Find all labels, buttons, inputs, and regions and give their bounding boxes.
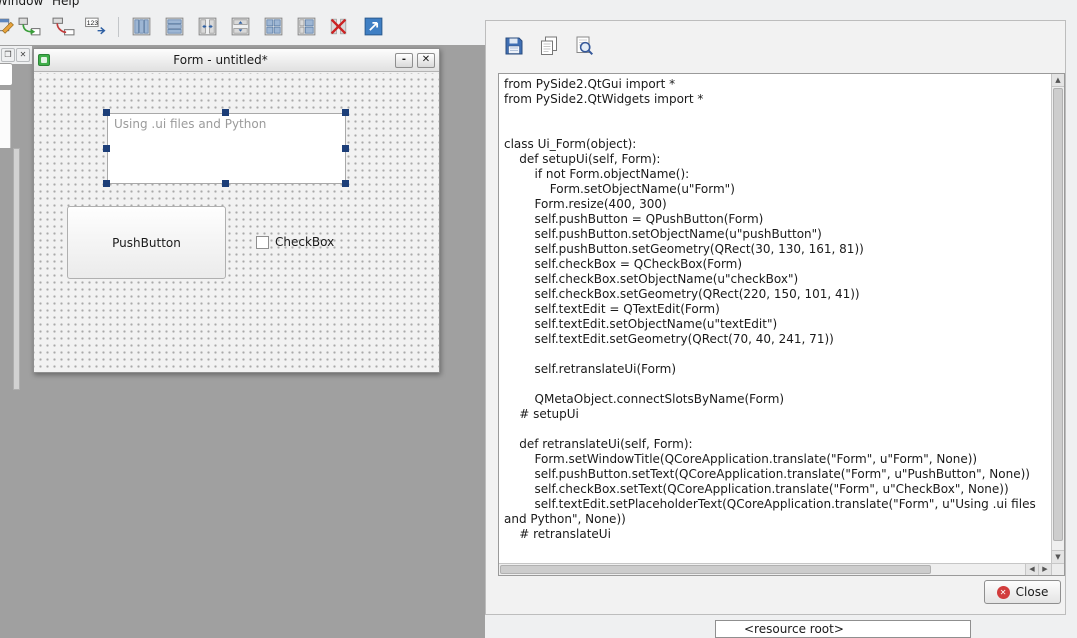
menu-item-help[interactable]: Help xyxy=(52,0,79,7)
checkbox-label: CheckBox xyxy=(275,235,334,249)
form-canvas[interactable]: Using .ui files and Python PushButton Ch… xyxy=(34,73,439,372)
code-line: self.textEdit.setPlaceholderText(QCoreAp… xyxy=(504,497,1051,512)
horizontal-scrollbar[interactable]: ◀ ▶ xyxy=(499,563,1051,575)
layout-horizontal-splitter-icon[interactable] xyxy=(194,13,220,39)
code-line: class Ui_Form(object): xyxy=(504,137,1051,152)
code-line: self.textEdit.setGeometry(QRect(70, 40, … xyxy=(504,332,1051,347)
break-layout-icon[interactable] xyxy=(325,13,351,39)
code-line: from PySide2.QtGui import * xyxy=(504,77,1051,92)
code-line xyxy=(504,122,1051,137)
close-circle-icon: ✕ xyxy=(997,586,1010,599)
copy-icon[interactable] xyxy=(537,34,561,58)
checkbox-box[interactable] xyxy=(256,236,269,249)
code-line: from PySide2.QtWidgets import * xyxy=(504,92,1051,107)
form-window-title: Form - untitled* xyxy=(50,53,391,67)
layout-form-icon[interactable] xyxy=(293,13,319,39)
code-line xyxy=(504,422,1051,437)
widget-box-list-fragment xyxy=(0,90,11,148)
selection-handle-top-right[interactable] xyxy=(342,109,349,116)
code-line: Form.setWindowTitle(QCoreApplication.tra… xyxy=(504,452,1051,467)
resource-root-item[interactable]: <resource root> xyxy=(744,622,844,637)
code-dialog-toolbar xyxy=(502,34,596,58)
pushbutton-widget[interactable]: PushButton xyxy=(67,206,226,279)
selection-handle-bottom-center[interactable] xyxy=(222,180,229,187)
widget-box-scrollbar[interactable] xyxy=(13,148,20,390)
code-line: self.textEdit.setObjectName(u"textEdit") xyxy=(504,317,1051,332)
code-line: self.checkBox.setObjectName(u"checkBox") xyxy=(504,272,1051,287)
dock-float-button[interactable]: ❐ xyxy=(1,48,15,62)
code-line: if not Form.objectName(): xyxy=(504,167,1051,182)
selection-handle-mid-right[interactable] xyxy=(342,145,349,152)
edit-buddies-icon[interactable] xyxy=(50,13,76,39)
code-line: Form.resize(400, 300) xyxy=(504,197,1051,212)
vertical-scrollbar[interactable]: ▲ ▼ xyxy=(1051,74,1064,563)
scroll-right-arrow[interactable]: ▶ xyxy=(1038,564,1051,575)
code-text-area[interactable]: from PySide2.QtGui import *from PySide2.… xyxy=(498,73,1065,576)
close-button-label: Close xyxy=(1016,585,1049,599)
selection-handle-bottom-right[interactable] xyxy=(342,180,349,187)
scroll-down-arrow[interactable]: ▼ xyxy=(1052,550,1064,563)
code-line: QMetaObject.connectSlotsByName(Form) xyxy=(504,392,1051,407)
layout-vertical-splitter-icon[interactable] xyxy=(227,13,253,39)
form-window-icon xyxy=(38,54,50,66)
checkbox-widget[interactable]: CheckBox xyxy=(256,235,334,249)
scrollbar-corner xyxy=(1051,563,1064,575)
code-line xyxy=(504,347,1051,362)
resource-browser-fragment: <resource root> xyxy=(715,620,971,638)
code-line: # setupUi xyxy=(504,407,1051,422)
save-icon[interactable] xyxy=(502,34,526,58)
code-line: self.checkBox = QCheckBox(Form) xyxy=(504,257,1051,272)
vertical-scrollbar-handle[interactable] xyxy=(1053,88,1063,541)
view-code-dialog: from PySide2.QtGui import *from PySide2.… xyxy=(485,20,1066,615)
code-line: self.checkBox.setGeometry(QRect(220, 150… xyxy=(504,287,1051,302)
form-window-titlebar[interactable]: Form - untitled* - ✕ xyxy=(34,49,439,72)
code-line: def retranslateUi(self, Form): xyxy=(504,437,1051,452)
widget-box-filter-fragment[interactable] xyxy=(0,63,13,86)
adjust-size-icon[interactable] xyxy=(360,13,386,39)
svg-text:123: 123 xyxy=(86,20,98,27)
layout-grid-icon[interactable] xyxy=(260,13,286,39)
code-line: Form.setObjectName(u"Form") xyxy=(504,182,1051,197)
code-line: self.pushButton.setText(QCoreApplication… xyxy=(504,467,1051,482)
code-line: def setupUi(self, Form): xyxy=(504,152,1051,167)
mdi-area: ❐ ✕ Form - untitled* - ✕ Using .ui files… xyxy=(0,45,485,638)
code-line: and Python", None)) xyxy=(504,512,1051,527)
edit-widgets-icon[interactable] xyxy=(0,13,16,39)
find-icon[interactable] xyxy=(572,34,596,58)
scroll-left-arrow[interactable]: ◀ xyxy=(1025,564,1038,575)
form-editor-window: Form - untitled* - ✕ Using .ui files and… xyxy=(33,48,440,373)
minimize-button[interactable]: - xyxy=(395,53,413,68)
layout-horizontally-icon[interactable] xyxy=(128,13,154,39)
close-button[interactable]: ✕ Close xyxy=(984,580,1061,604)
menu-bar: Window Help xyxy=(0,0,485,9)
selection-handle-top-left[interactable] xyxy=(103,109,110,116)
selection-handle-bottom-left[interactable] xyxy=(103,180,110,187)
code-line: # retranslateUi xyxy=(504,527,1051,542)
close-window-button[interactable]: ✕ xyxy=(417,53,435,68)
toolbar-separator xyxy=(118,17,119,37)
edit-signals-slots-icon[interactable] xyxy=(16,13,42,39)
code-line: self.pushButton.setGeometry(QRect(30, 13… xyxy=(504,242,1051,257)
code-lines: from PySide2.QtGui import *from PySide2.… xyxy=(499,74,1051,563)
layout-vertically-icon[interactable] xyxy=(161,13,187,39)
code-line xyxy=(504,107,1051,122)
code-line: self.checkBox.setText(QCoreApplication.t… xyxy=(504,482,1051,497)
code-line: self.retranslateUi(Form) xyxy=(504,362,1051,377)
main-toolbar: 123 xyxy=(0,9,485,45)
menu-item-window[interactable]: Window xyxy=(0,0,43,7)
code-line xyxy=(504,377,1051,392)
code-line: self.textEdit = QTextEdit(Form) xyxy=(504,302,1051,317)
widget-box-dock-header: ❐ ✕ xyxy=(0,46,32,64)
horizontal-scrollbar-handle[interactable] xyxy=(500,565,931,574)
code-line: self.pushButton.setObjectName(u"pushButt… xyxy=(504,227,1051,242)
scroll-up-arrow[interactable]: ▲ xyxy=(1052,74,1064,87)
edit-tab-order-icon[interactable]: 123 xyxy=(82,13,108,39)
selection-handle-mid-left[interactable] xyxy=(103,145,110,152)
textedit-widget[interactable]: Using .ui files and Python xyxy=(107,113,346,184)
dock-close-button[interactable]: ✕ xyxy=(16,48,30,62)
pushbutton-label: PushButton xyxy=(112,236,181,250)
selection-handle-top-center[interactable] xyxy=(222,109,229,116)
code-line: self.pushButton = QPushButton(Form) xyxy=(504,212,1051,227)
